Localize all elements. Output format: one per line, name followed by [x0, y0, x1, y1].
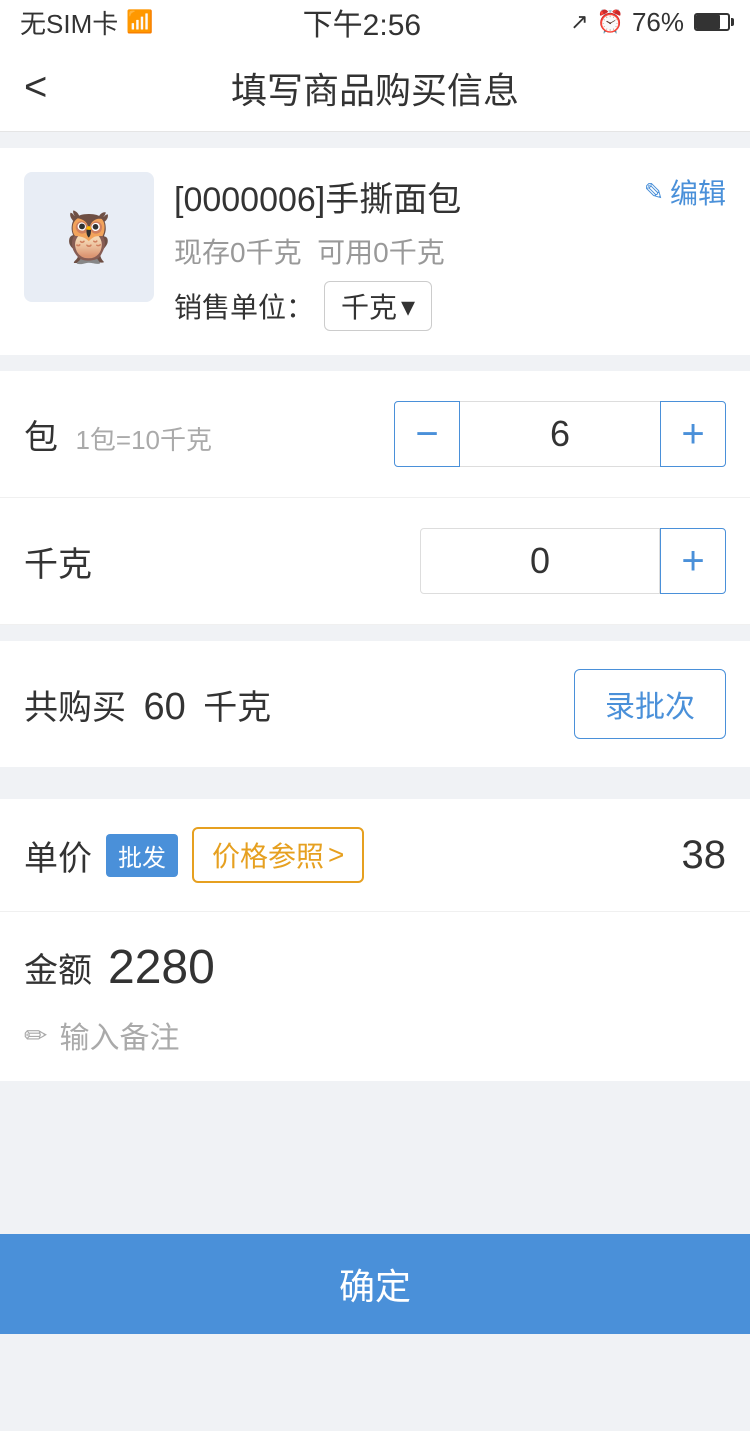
status-bar: 无SIM卡 📶 下午2:56 ↗ ⏰ 76% — [0, 0, 750, 44]
total-row: 共购买 60 千克 录批次 — [0, 641, 750, 767]
edit-button[interactable]: ✎ 编辑 — [644, 172, 726, 212]
battery-icon — [694, 13, 730, 31]
edit-icon: ✎ — [644, 178, 664, 207]
amount-value: 2280 — [108, 940, 215, 995]
total-text: 共购买 60 千克 — [24, 680, 271, 729]
note-icon: ✏ — [24, 1019, 47, 1052]
note-placeholder: 输入备注 — [59, 1013, 179, 1057]
package-input-row: 包 1包=10千克 − + — [0, 371, 750, 498]
product-card: 🦉 [0000006]手撕面包 现存0千克 可用0千克 销售单位： 千克 ▾ ✎… — [0, 148, 750, 355]
kg-controls: + — [420, 528, 726, 594]
wifi-icon: 📶 — [126, 9, 153, 35]
price-row: 单价 批发 价格参照 > 38 — [24, 827, 726, 883]
price-tag: 批发 — [106, 834, 178, 877]
price-left: 单价 批发 价格参照 > — [24, 827, 364, 883]
kg-increment-button[interactable]: + — [660, 528, 726, 594]
batch-button[interactable]: 录批次 — [574, 669, 726, 739]
arrow-icon: > — [328, 839, 344, 871]
separator-1 — [0, 767, 750, 783]
price-section: 单价 批发 价格参照 > 38 — [0, 799, 750, 911]
package-controls: − + — [394, 401, 726, 467]
input-section: 包 1包=10千克 − + 千克 + — [0, 371, 750, 625]
package-decrement-button[interactable]: − — [394, 401, 460, 467]
unit-select[interactable]: 千克 ▾ — [324, 281, 432, 331]
bottom-bar[interactable]: 确定 — [0, 1234, 750, 1334]
battery-percent: 76% — [632, 7, 684, 38]
kg-input-row: 千克 + — [0, 498, 750, 625]
kg-label: 千克 — [24, 537, 420, 586]
back-button[interactable]: < — [24, 65, 47, 110]
package-label: 包 1包=10千克 — [24, 410, 394, 459]
package-hint: 1包=10千克 — [75, 425, 212, 455]
kg-input[interactable] — [420, 528, 660, 594]
product-image: 🦉 — [24, 172, 154, 302]
product-stock: 现存0千克 可用0千克 — [174, 231, 726, 271]
status-time: 下午2:56 — [303, 0, 421, 44]
product-unit-row: 销售单位： 千克 ▾ — [174, 281, 726, 331]
note-row[interactable]: ✏ 输入备注 — [24, 1013, 726, 1057]
nav-bar: < 填写商品购买信息 — [0, 44, 750, 132]
status-left: 无SIM卡 📶 — [20, 4, 154, 41]
package-increment-button[interactable]: + — [660, 401, 726, 467]
amount-row: 金额 2280 — [24, 940, 726, 995]
status-right: ↗ ⏰ 76% — [570, 7, 730, 38]
product-logo: 🦉 — [58, 208, 120, 267]
price-value: 38 — [682, 833, 727, 878]
alarm-icon: ⏰ — [597, 9, 624, 35]
page-title: 填写商品购买信息 — [231, 62, 519, 114]
dropdown-icon: ▾ — [401, 290, 415, 323]
package-input[interactable] — [460, 401, 660, 467]
price-ref-button[interactable]: 价格参照 > — [192, 827, 364, 883]
carrier-text: 无SIM卡 — [20, 4, 118, 41]
confirm-button[interactable]: 确定 — [339, 1258, 411, 1310]
location-icon: ↗ — [570, 9, 588, 35]
amount-section: 金额 2280 ✏ 输入备注 — [0, 911, 750, 1081]
